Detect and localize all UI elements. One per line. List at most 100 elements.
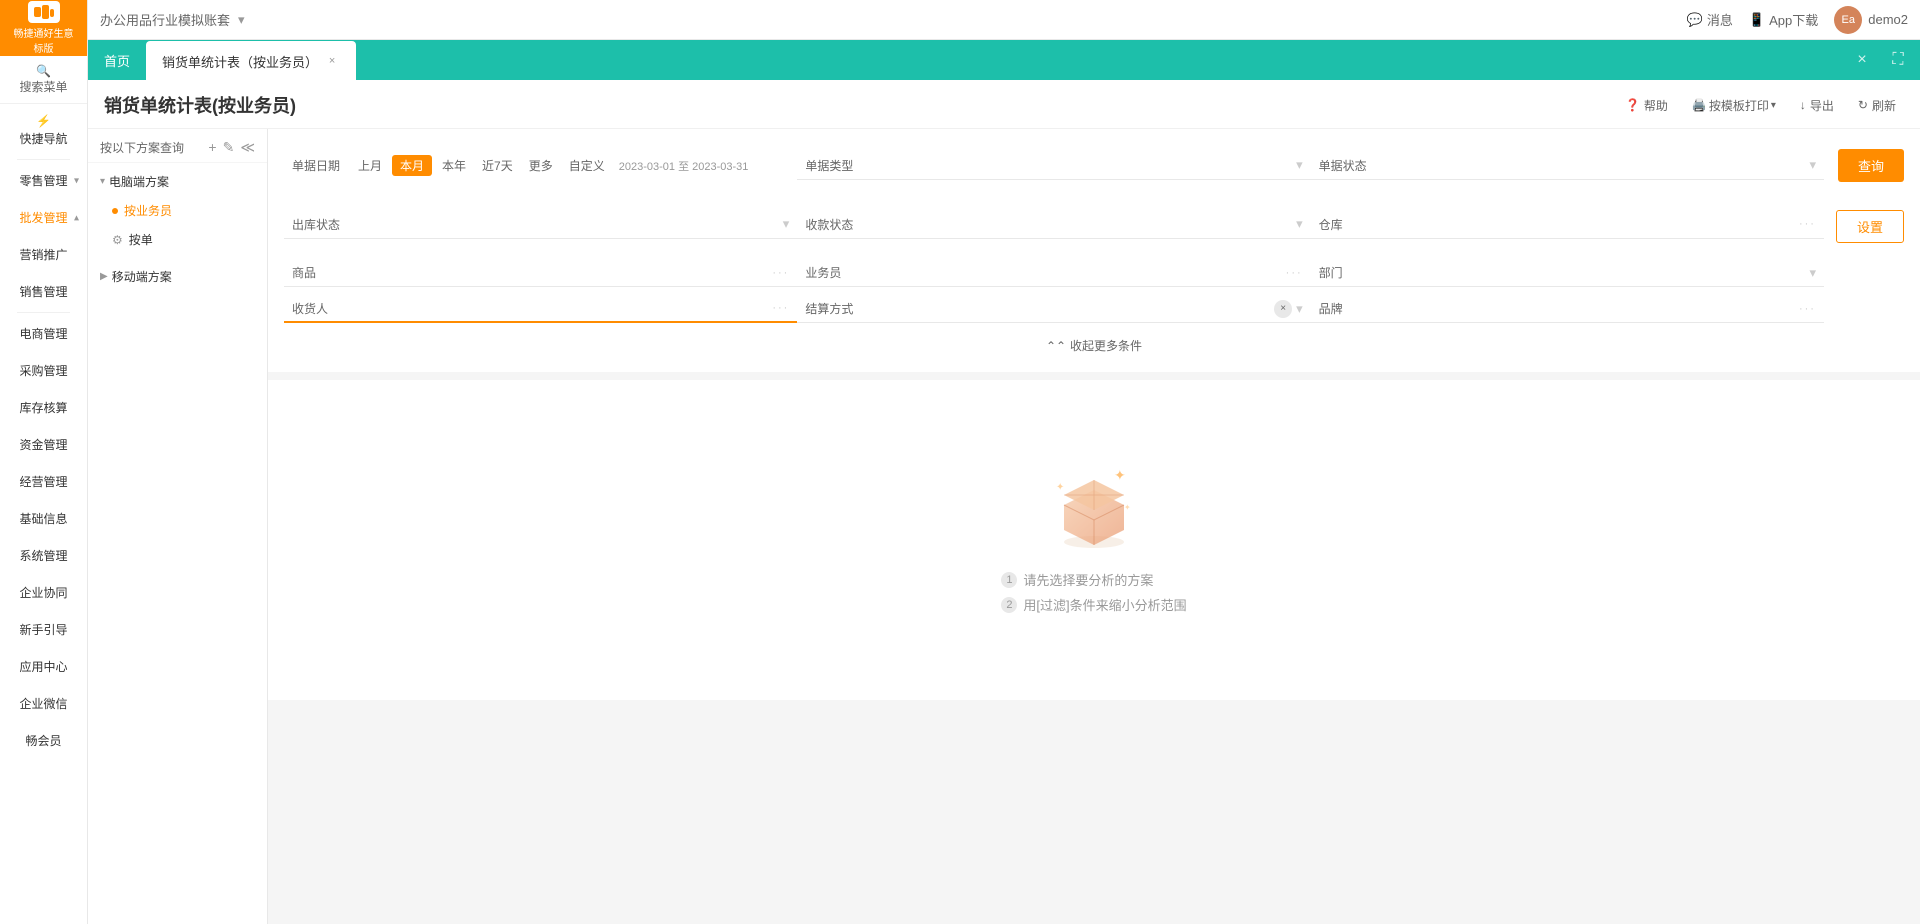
message-button[interactable]: 💬 消息 bbox=[1687, 10, 1733, 29]
shortcut-last-month[interactable]: 上月 bbox=[352, 156, 388, 175]
sidebar-item-marketing[interactable]: 营销推广 bbox=[0, 236, 87, 273]
active-dot-icon bbox=[112, 208, 118, 214]
tree-expand-mobile-icon: ▶ bbox=[100, 271, 108, 282]
breadcrumb-text: 办公用品行业模拟账套 bbox=[100, 10, 230, 29]
collapse-filter-bar[interactable]: ⌃⌃ 收起更多条件 bbox=[284, 331, 1904, 360]
date-shortcuts: 上月 本月 本年 近7天 更多 自定义 2023-03-01 至 2023-03… bbox=[352, 155, 748, 176]
tree-item-mobile[interactable]: ▶ 移动端方案 bbox=[88, 262, 267, 291]
page-content: 销货单统计表(按业务员) ❓ 帮助 🖨️ 按模板打印 ▾ ↓ 导出 ↻ 刷新 bbox=[88, 80, 1920, 924]
tab-salesperson-report[interactable]: 销货单统计表（按业务员） × bbox=[146, 41, 356, 81]
help-icon: ❓ bbox=[1625, 98, 1640, 112]
filter-doc-type-field[interactable]: 单据类型 ▾ bbox=[797, 152, 1310, 180]
logo-subtitle: 标版 bbox=[34, 40, 54, 55]
warehouse-label: 仓库 bbox=[1319, 216, 1379, 233]
tree-item-salesperson[interactable]: 按业务员 bbox=[112, 196, 267, 225]
topbar-right: 💬 消息 📱 App下载 Ea demo2 bbox=[1687, 6, 1908, 34]
tree-item-pc[interactable]: ▾ 电脑端方案 bbox=[88, 167, 267, 196]
empty-tip-1: 1 请先选择要分析的方案 bbox=[1001, 570, 1186, 589]
help-button[interactable]: ❓ 帮助 bbox=[1617, 93, 1676, 118]
tree-expand-icon: ▾ bbox=[100, 176, 105, 187]
filter-brand-field[interactable]: 品牌 ··· bbox=[1311, 295, 1824, 323]
tab-home[interactable]: 首页 bbox=[88, 40, 146, 80]
filter-warehouse-field[interactable]: 仓库 ··· bbox=[1311, 211, 1824, 239]
page-header-actions: ❓ 帮助 🖨️ 按模板打印 ▾ ↓ 导出 ↻ 刷新 bbox=[1617, 93, 1904, 128]
filter-doc-status-field[interactable]: 单据状态 ▾ bbox=[1311, 152, 1824, 180]
filter-row-3: 商品 ··· 业务员 ··· 部门 ▾ bbox=[284, 259, 1904, 287]
topbar-left: 办公用品行业模拟账套 ▾ bbox=[100, 10, 245, 29]
setting-button[interactable]: 设置 bbox=[1836, 210, 1904, 243]
goods-label: 商品 bbox=[292, 264, 352, 281]
sidebar-item-retail[interactable]: 零售管理 ▾ bbox=[0, 162, 87, 199]
tabs-bar-actions: × ⛶ bbox=[1848, 46, 1920, 74]
add-scheme-icon[interactable]: + bbox=[208, 139, 216, 156]
sidebar: 畅捷通好生意 标版 🔍 搜索菜单 ⚡ 快捷导航 零售管理 ▾ 批发管理 ▴ 营销… bbox=[0, 0, 88, 924]
shortcut-this-year[interactable]: 本年 bbox=[436, 156, 472, 175]
action-column: 查询 bbox=[1824, 141, 1904, 190]
sidebar-item-sales[interactable]: 销售管理 bbox=[0, 273, 87, 310]
refresh-icon: ↻ bbox=[1858, 98, 1868, 112]
sidebar-item-purchase[interactable]: 采购管理 bbox=[0, 352, 87, 389]
mobile-icon: 📱 bbox=[1749, 12, 1765, 28]
filter-settlement-field[interactable]: 结算方式 × ▾ bbox=[797, 295, 1310, 323]
sidebar-item-app-center[interactable]: 应用中心 bbox=[0, 648, 87, 685]
filter-department-field[interactable]: 部门 ▾ bbox=[1311, 259, 1824, 287]
shortcut-7days[interactable]: 近7天 bbox=[476, 156, 519, 175]
filter-receiver-field[interactable]: 收货人 ··· bbox=[284, 295, 797, 323]
shortcut-custom[interactable]: 自定义 bbox=[563, 156, 611, 175]
filter-row-2: 出库状态 ▾ 收款状态 ▾ 仓库 ··· bbox=[284, 198, 1904, 251]
svg-text:✦: ✦ bbox=[1124, 503, 1131, 512]
filter-out-status-field[interactable]: 出库状态 ▾ bbox=[284, 211, 797, 239]
shortcut-this-month[interactable]: 本月 bbox=[392, 155, 432, 176]
department-arrow-icon: ▾ bbox=[1809, 265, 1816, 281]
filter-receipt-status-field[interactable]: 收款状态 ▾ bbox=[797, 211, 1310, 239]
sidebar-item-member[interactable]: 畅会员 bbox=[0, 722, 87, 759]
refresh-button[interactable]: ↻ 刷新 bbox=[1850, 93, 1904, 118]
export-button[interactable]: ↓ 导出 bbox=[1792, 93, 1842, 118]
sidebar-item-wechat[interactable]: 企业微信 bbox=[0, 685, 87, 722]
date-range-text: 2023-03-01 至 2023-03-31 bbox=[619, 158, 749, 174]
settlement-clear-icon[interactable]: × bbox=[1274, 300, 1292, 318]
sidebar-item-quick-nav[interactable]: ⚡ 快捷导航 bbox=[0, 104, 87, 157]
print-arrow-icon: ▾ bbox=[1771, 100, 1776, 111]
left-panel: 按以下方案查询 + ✎ ≪ ▾ 电脑端方案 按业 bbox=[88, 129, 268, 924]
sidebar-item-inventory[interactable]: 库存核算 bbox=[0, 389, 87, 426]
action-column-2: 设置 bbox=[1824, 198, 1904, 251]
sidebar-item-basic[interactable]: 基础信息 bbox=[0, 500, 87, 537]
sidebar-item-enterprise[interactable]: 企业协同 bbox=[0, 574, 87, 611]
user-profile-button[interactable]: Ea demo2 bbox=[1834, 6, 1908, 34]
query-button[interactable]: 查询 bbox=[1838, 149, 1904, 182]
sidebar-item-system[interactable]: 系统管理 bbox=[0, 537, 87, 574]
export-icon: ↓ bbox=[1800, 98, 1806, 112]
filter-row-1: 单据日期 上月 本月 本年 近7天 更多 自定义 2023-03-01 至 20… bbox=[284, 141, 1904, 190]
edit-scheme-icon[interactable]: ✎ bbox=[223, 139, 235, 156]
window-close-icon[interactable]: × bbox=[1848, 46, 1876, 74]
sidebar-item-newbie[interactable]: 新手引导 bbox=[0, 611, 87, 648]
app-download-button[interactable]: 📱 App下载 bbox=[1749, 10, 1818, 29]
tree-item-order[interactable]: ⚙ 按单 bbox=[112, 225, 267, 254]
print-icon: 🖨️ bbox=[1692, 98, 1707, 112]
tab-close-icon[interactable]: × bbox=[324, 53, 340, 69]
sidebar-item-ecommerce[interactable]: 电商管理 bbox=[0, 315, 87, 352]
department-label: 部门 bbox=[1319, 264, 1379, 281]
collapse-panel-icon[interactable]: ≪ bbox=[240, 139, 255, 156]
sidebar-item-operations[interactable]: 经营管理 bbox=[0, 463, 87, 500]
topbar: 办公用品行业模拟账套 ▾ 💬 消息 📱 App下载 Ea demo2 bbox=[88, 0, 1920, 40]
print-button[interactable]: 🖨️ 按模板打印 ▾ bbox=[1684, 93, 1784, 118]
empty-state: ✦ ✦ ✦ 1 请先选择要分析的方案 2 用[过滤]条件来缩小分析范围 bbox=[268, 380, 1920, 700]
sidebar-item-finance[interactable]: 资金管理 bbox=[0, 426, 87, 463]
filter-row-4: 收货人 ··· 结算方式 × ▾ 品牌 bbox=[284, 295, 1904, 323]
shortcut-more[interactable]: 更多 bbox=[523, 156, 559, 175]
message-icon: 💬 bbox=[1687, 12, 1703, 28]
sidebar-search[interactable]: 🔍 搜索菜单 bbox=[0, 56, 87, 104]
app-logo[interactable]: 畅捷通好生意 标版 bbox=[0, 0, 88, 56]
page-header: 销货单统计表(按业务员) ❓ 帮助 🖨️ 按模板打印 ▾ ↓ 导出 ↻ 刷新 bbox=[88, 80, 1920, 129]
receiver-label: 收货人 bbox=[292, 300, 352, 317]
mobile-scheme-group: ▶ 移动端方案 bbox=[88, 258, 267, 295]
page-title: 销货单统计表(按业务员) bbox=[104, 92, 296, 128]
doc-type-label: 单据类型 bbox=[805, 157, 865, 174]
window-expand-icon[interactable]: ⛶ bbox=[1884, 46, 1912, 74]
filter-goods-field[interactable]: 商品 ··· bbox=[284, 259, 797, 287]
filter-salesperson-field[interactable]: 业务员 ··· bbox=[797, 259, 1310, 287]
brand-label: 品牌 bbox=[1319, 300, 1379, 317]
sidebar-item-wholesale[interactable]: 批发管理 ▴ bbox=[0, 199, 87, 236]
